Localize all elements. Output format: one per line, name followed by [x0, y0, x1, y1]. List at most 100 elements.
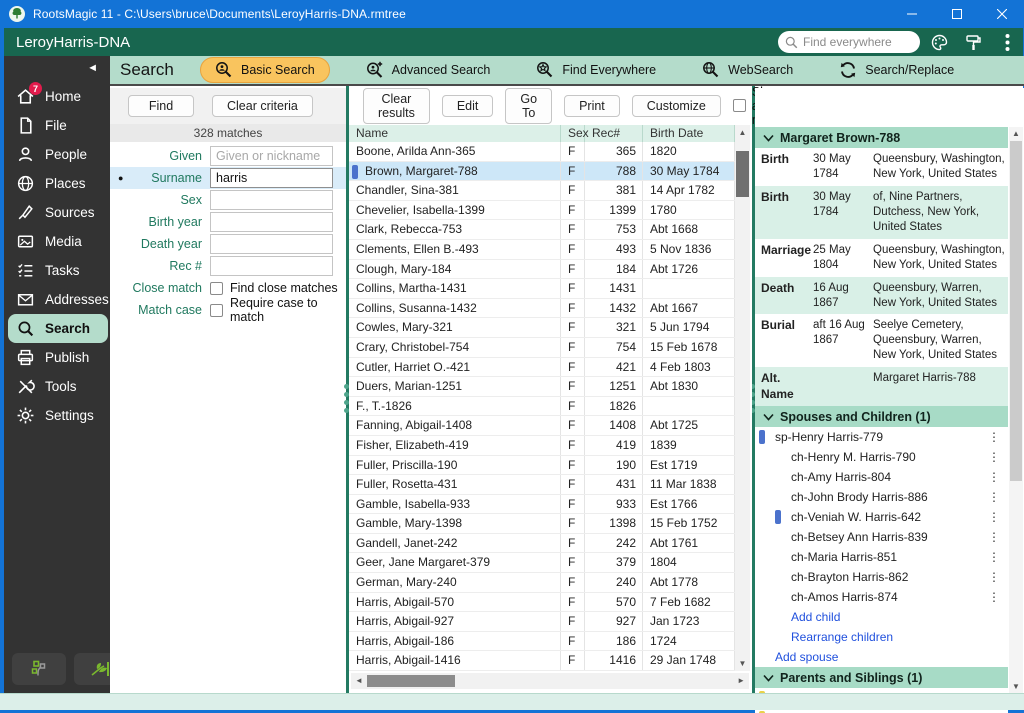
table-row[interactable]: Brown, Margaret-788 F 788 30 May 1784	[349, 162, 735, 182]
table-row[interactable]: Clough, Mary-184 F 184 Abt 1726	[349, 260, 735, 280]
fact-row[interactable]: Burial aft 16 Aug 1867 Seelye Cemetery, …	[755, 314, 1008, 367]
scroll-down-icon[interactable]: ▼	[1009, 682, 1023, 691]
sidebar-item-home[interactable]: 7 Home	[4, 82, 110, 111]
detail-scrollbar-thumb[interactable]	[1010, 141, 1022, 481]
family-member-row[interactable]: ch-Amy Harris-804 ⋮	[755, 467, 1008, 487]
surname-input[interactable]	[210, 168, 333, 188]
rec-number-input[interactable]	[210, 256, 333, 276]
table-row[interactable]: Fanning, Abigail-1408 F 1408 Abt 1725	[349, 416, 735, 436]
family-member-row[interactable]: ch-Veniah W. Harris-642 ⋮	[755, 507, 1008, 527]
sidebar-item-search[interactable]: Search	[8, 314, 108, 343]
kebab-menu-icon[interactable]: ⋮	[988, 590, 1000, 604]
family-member-row[interactable]: ch-Betsey Ann Harris-839 ⋮	[755, 527, 1008, 547]
print-button[interactable]: Print	[564, 95, 620, 117]
sidebar-item-people[interactable]: People	[4, 140, 110, 169]
scroll-down-icon[interactable]: ▼	[735, 659, 750, 668]
spouses-section-header[interactable]: Spouses and Children (1)	[755, 406, 1008, 427]
table-row[interactable]: Harris, Abigail-1416 F 1416 29 Jan 1748	[349, 651, 735, 671]
table-row[interactable]: Fisher, Elizabeth-419 F 419 1839	[349, 436, 735, 456]
fact-row[interactable]: Death 16 Aug 1867 Queensbury, Warren, Ne…	[755, 277, 1008, 315]
sex-input[interactable]	[210, 190, 333, 210]
results-horizontal-scrollbar[interactable]: ◄ ►	[351, 673, 749, 689]
fact-row[interactable]: Birth 30 May 1784 of, Nine Partners, Dut…	[755, 186, 1008, 239]
scroll-up-icon[interactable]: ▲	[735, 128, 750, 137]
family-member-row[interactable]: sp-Henry Harris-779 ⋮	[755, 427, 1008, 447]
kebab-menu-icon[interactable]: ⋮	[988, 450, 1000, 464]
sidebar-item-settings[interactable]: Settings	[4, 401, 110, 430]
table-row[interactable]: Cowles, Mary-321 F 321 5 Jun 1794	[349, 318, 735, 338]
kebab-menu-icon[interactable]: ⋮	[988, 490, 1000, 504]
table-row[interactable]: Geer, Jane Margaret-379 F 379 1804	[349, 553, 735, 573]
fact-row[interactable]: Marriage 25 May 1804 Queensbury, Washing…	[755, 239, 1008, 277]
table-row[interactable]: Duers, Marian-1251 F 1251 Abt 1830	[349, 377, 735, 397]
sidebar-item-sources[interactable]: Sources	[4, 198, 110, 227]
clear-results-button[interactable]: Clear results	[363, 88, 430, 124]
sidebar-item-tasks[interactable]: Tasks	[4, 256, 110, 285]
clear-criteria-button[interactable]: Clear criteria	[212, 95, 313, 117]
table-row[interactable]: Fuller, Priscilla-190 F 190 Est 1719	[349, 456, 735, 476]
family-action-link[interactable]: Add child	[755, 607, 1008, 627]
table-row[interactable]: Fuller, Rosetta-431 F 431 11 Mar 1838	[349, 475, 735, 495]
sidebar-item-places[interactable]: Places	[4, 169, 110, 198]
table-row[interactable]: Harris, Abigail-570 F 570 7 Feb 1682	[349, 593, 735, 613]
menu-ellipsis-icon[interactable]	[996, 32, 1018, 52]
results-vertical-scrollbar[interactable]: ▲ ▼	[735, 125, 750, 671]
tab-basic-search[interactable]: Basic Search	[200, 57, 330, 83]
table-row[interactable]: Harris, Abigail-186 F 186 1724	[349, 632, 735, 652]
table-row[interactable]: Clements, Ellen B.-493 F 493 5 Nov 1836	[349, 240, 735, 260]
sidebar-collapse-arrow[interactable]: ◄	[4, 56, 110, 82]
birth-year-input[interactable]	[210, 212, 333, 232]
table-row[interactable]: Crary, Christobel-754 F 754 15 Feb 1678	[349, 338, 735, 358]
given-input[interactable]	[210, 146, 333, 166]
table-row[interactable]: Chandler, Sina-381 F 381 14 Apr 1782	[349, 181, 735, 201]
results-scrollbar-thumb[interactable]	[736, 151, 749, 197]
table-row[interactable]: Harris, Abigail-927 F 927 Jan 1723	[349, 612, 735, 632]
sidebar-item-tools[interactable]: Tools	[4, 372, 110, 401]
match-case-checkbox[interactable]	[210, 304, 223, 317]
family-action-link[interactable]: Add spouse	[755, 647, 1008, 667]
find-button[interactable]: Find	[128, 95, 194, 117]
table-row[interactable]: Collins, Martha-1431 F 1431	[349, 279, 735, 299]
fact-row[interactable]: Alt. Name Margaret Harris-788	[755, 367, 1008, 406]
sidebar-item-publish[interactable]: Publish	[4, 343, 110, 372]
table-row[interactable]: F., T.-1826 F 1826	[349, 397, 735, 417]
sidebar-item-addresses[interactable]: Addresses	[4, 285, 110, 314]
tab-websearch[interactable]: WebSearch	[692, 58, 803, 82]
show-alternate-names-checkbox[interactable]	[733, 99, 746, 112]
table-row[interactable]: Gamble, Mary-1398 F 1398 15 Feb 1752	[349, 514, 735, 534]
column-header-rec[interactable]: Rec#	[585, 125, 643, 142]
parents-section-header[interactable]: Parents and Siblings (1)	[755, 667, 1008, 688]
close-button[interactable]	[979, 0, 1024, 28]
table-row[interactable]: Gamble, Isabella-933 F 933 Est 1766	[349, 495, 735, 515]
tab-find-everywhere[interactable]: Find Everywhere	[526, 58, 666, 82]
go-to-button[interactable]: Go To	[505, 88, 552, 124]
table-row[interactable]: Clark, Rebecca-753 F 753 Abt 1668	[349, 220, 735, 240]
scroll-left-icon[interactable]: ◄	[355, 673, 363, 689]
sidebar-item-file[interactable]: File	[4, 111, 110, 140]
find-everywhere-input[interactable]: Find everywhere	[778, 31, 920, 53]
family-member-row[interactable]: ch-Henry M. Harris-790 ⋮	[755, 447, 1008, 467]
edit-button[interactable]: Edit	[442, 95, 494, 117]
column-header-sex[interactable]: Sex	[561, 125, 585, 142]
familysearch-button[interactable]	[12, 653, 66, 685]
paint-roller-icon[interactable]	[962, 32, 984, 52]
family-action-link[interactable]: Rearrange children	[755, 627, 1008, 647]
maximize-button[interactable]	[934, 0, 979, 28]
table-row[interactable]: Gandell, Janet-242 F 242 Abt 1761	[349, 534, 735, 554]
family-member-row[interactable]: ch-Brayton Harris-862 ⋮	[755, 567, 1008, 587]
kebab-menu-icon[interactable]: ⋮	[988, 550, 1000, 564]
table-row[interactable]: Cutler, Harriet O.-421 F 421 4 Feb 1803	[349, 358, 735, 378]
table-row[interactable]: Collins, Susanna-1432 F 1432 Abt 1667	[349, 299, 735, 319]
tab-search-replace[interactable]: Search/Replace	[829, 58, 964, 82]
family-member-row[interactable]: ch-John Brody Harris-886 ⋮	[755, 487, 1008, 507]
kebab-menu-icon[interactable]: ⋮	[988, 430, 1000, 444]
person-section-header[interactable]: Margaret Brown-788	[755, 127, 1008, 148]
color-palette-icon[interactable]	[928, 32, 950, 52]
customize-button[interactable]: Customize	[632, 95, 721, 117]
tab-advanced-search[interactable]: Advanced Search	[356, 58, 501, 82]
family-member-row[interactable]: ch-Amos Harris-874 ⋮	[755, 587, 1008, 607]
scroll-right-icon[interactable]: ►	[737, 673, 745, 689]
table-row[interactable]: Chevelier, Isabella-1399 F 1399 1780	[349, 201, 735, 221]
kebab-menu-icon[interactable]: ⋮	[988, 530, 1000, 544]
minimize-button[interactable]	[889, 0, 934, 28]
